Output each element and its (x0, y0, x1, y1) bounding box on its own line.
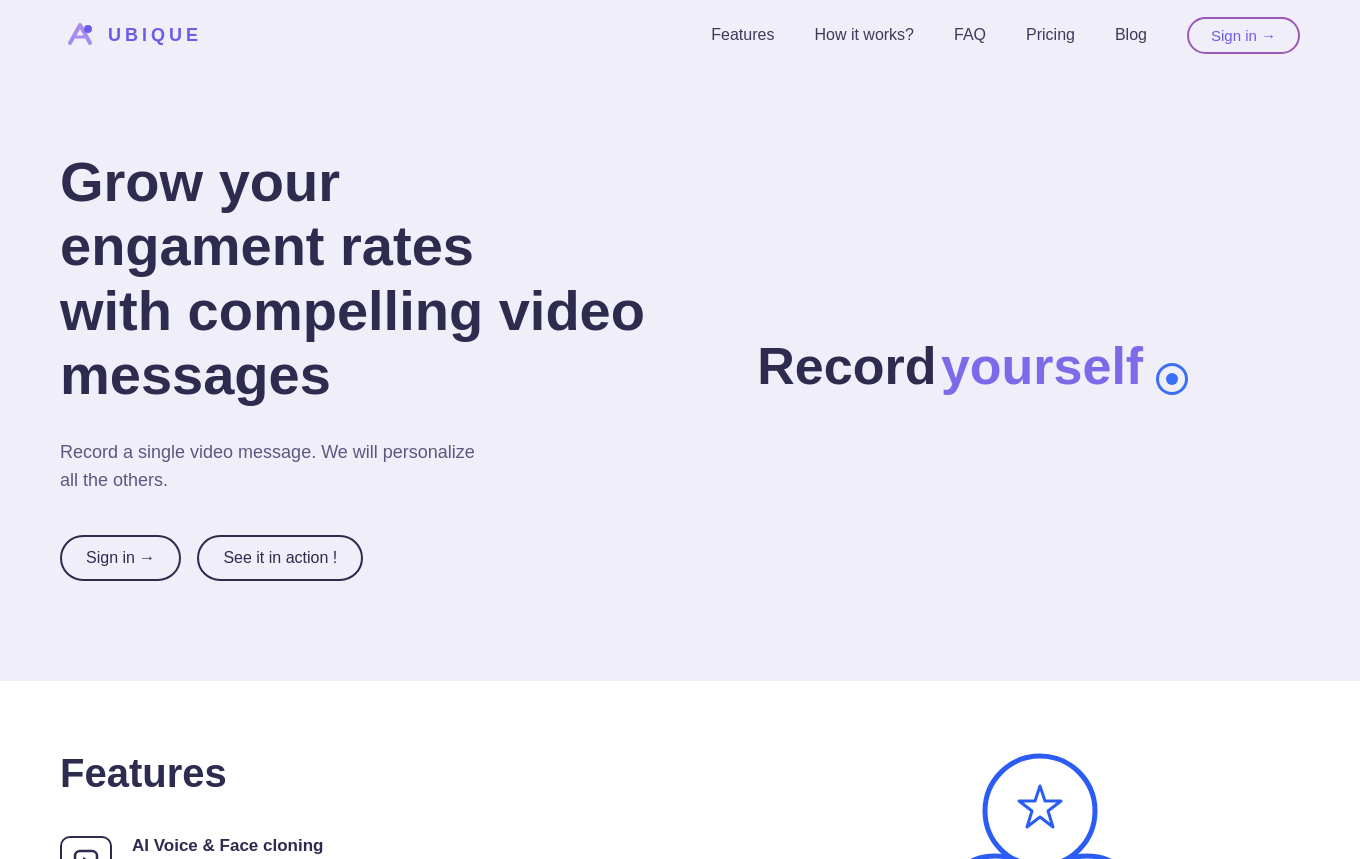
logo[interactable]: UBIQUE (60, 15, 202, 55)
features-title: Features (60, 751, 700, 796)
nav-signin-button[interactable]: Sign in → (1187, 17, 1300, 54)
nav-link-blog[interactable]: Blog (1115, 26, 1147, 44)
hero-action-button[interactable]: See it in action ! (197, 535, 363, 581)
hero-section: Grow your engament rates with compelling… (0, 70, 1360, 681)
hero-signin-button[interactable]: Sign in → (60, 535, 181, 581)
features-content: Features AI Voice & Face cloning Start u… (60, 751, 700, 859)
feature-text-ai-voice: AI Voice & Face cloning Start using our … (132, 836, 700, 859)
hero-buttons: Sign in → See it in action ! (60, 535, 645, 581)
record-icon (1156, 363, 1188, 395)
logo-icon (60, 15, 100, 55)
feature-item-ai-voice: AI Voice & Face cloning Start using our … (60, 836, 700, 859)
hero-subtitle: Record a single video message. We will p… (60, 438, 645, 496)
navbar: UBIQUE Features How it works? FAQ Pricin… (0, 0, 1360, 70)
hero-title: Grow your engament rates with compelling… (60, 150, 645, 408)
nav-link-features[interactable]: Features (711, 26, 774, 44)
svg-point-5 (985, 756, 1095, 859)
feature-icon-play (60, 836, 112, 859)
hero-content: Grow your engament rates with compelling… (60, 150, 645, 581)
play-icon (73, 849, 99, 859)
stars-illustration (925, 751, 1155, 859)
svg-rect-1 (75, 851, 97, 859)
nav-link-faq[interactable]: FAQ (954, 26, 986, 44)
svg-point-0 (84, 25, 92, 33)
nav-links: Features How it works? FAQ Pricing Blog … (711, 17, 1300, 54)
nav-link-how-it-works[interactable]: How it works? (814, 26, 914, 44)
nav-link-pricing[interactable]: Pricing (1026, 26, 1075, 44)
hero-visual: Record yourself (645, 336, 1300, 396)
logo-text: UBIQUE (108, 25, 202, 46)
features-section: Features AI Voice & Face cloning Start u… (0, 681, 1360, 859)
features-visual (780, 751, 1300, 859)
record-display: Record yourself (757, 336, 1187, 396)
